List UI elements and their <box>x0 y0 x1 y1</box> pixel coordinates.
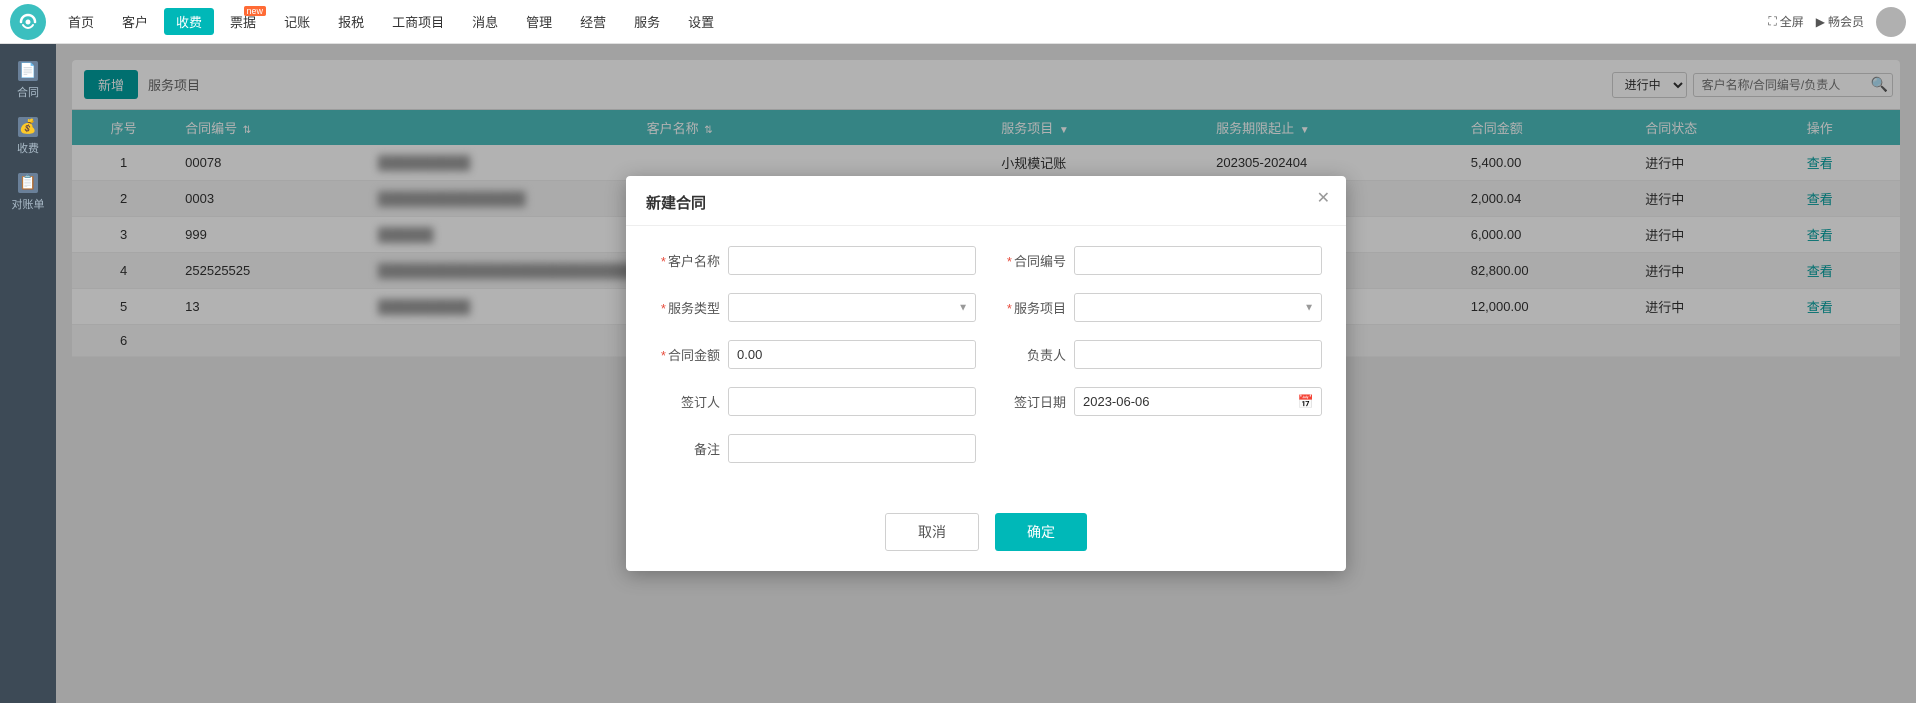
form-group-signer: 签订人 <box>650 387 976 416</box>
service-item-label: *服务项目 <box>996 298 1066 317</box>
content-area: 新增 服务项目 进行中 已结束 全部 🔍 序号 合同编号 <box>56 44 1916 703</box>
form-group-empty <box>996 434 1322 463</box>
nav-services[interactable]: 服务 <box>622 8 672 35</box>
service-item-select-wrap <box>1074 293 1322 322</box>
sidebar: 📄 合同 💰 收费 📋 对账单 <box>0 44 56 703</box>
avatar[interactable] <box>1876 7 1906 37</box>
sign-date-label: 签订日期 <box>996 392 1066 411</box>
calendar-icon[interactable]: 📅 <box>1298 394 1314 410</box>
member-button[interactable]: ▶ 畅会员 <box>1816 13 1864 30</box>
modal-close-button[interactable]: ✕ <box>1317 188 1330 208</box>
app-logo <box>10 4 46 40</box>
form-group-person: 负责人 <box>996 340 1322 369</box>
contract-no-label: *合同编号 <box>996 251 1066 270</box>
nav-billing[interactable]: 收费 <box>164 8 214 35</box>
nav-manage[interactable]: 管理 <box>514 8 564 35</box>
form-row-4: 签订人 签订日期 📅 <box>650 387 1322 416</box>
modal-footer: 取消 确定 <box>626 501 1346 571</box>
main-layout: 📄 合同 💰 收费 📋 对账单 新增 服务项目 进行中 已结束 全部 <box>0 44 1916 703</box>
service-type-select[interactable] <box>728 293 976 322</box>
customer-name-input[interactable] <box>728 246 976 275</box>
remark-label: 备注 <box>650 439 720 458</box>
nav-operations[interactable]: 经营 <box>568 8 618 35</box>
nav-bookkeeping[interactable]: 记账 <box>272 8 322 35</box>
sidebar-item-statement[interactable]: 📋 对账单 <box>2 166 54 218</box>
signer-input[interactable] <box>728 387 976 416</box>
form-group-contract-no: *合同编号 <box>996 246 1322 275</box>
form-group-remark: 备注 <box>650 434 976 463</box>
play-icon: ▶ <box>1816 15 1825 29</box>
service-type-label: *服务类型 <box>650 298 720 317</box>
signer-label: 签订人 <box>650 392 720 411</box>
fullscreen-icon: ⛶ <box>1768 14 1776 29</box>
nav-customer[interactable]: 客户 <box>110 8 160 35</box>
form-group-customer: *客户名称 <box>650 246 976 275</box>
form-group-amount: *合同金额 <box>650 340 976 369</box>
nav-right-area: ⛶ 全屏 ▶ 畅会员 <box>1768 7 1906 37</box>
new-contract-modal: 新建合同 ✕ *客户名称 <box>626 176 1346 571</box>
nav-invoice[interactable]: 票据 new <box>218 8 268 35</box>
nav-tax[interactable]: 报税 <box>326 8 376 35</box>
modal-title: 新建合同 <box>646 195 706 212</box>
form-row-5: 备注 <box>650 434 1322 463</box>
modal-body: *客户名称 *合同编号 <box>626 226 1346 501</box>
form-row-3: *合同金额 负责人 <box>650 340 1322 369</box>
form-group-service-type: *服务类型 <box>650 293 976 322</box>
modal-header: 新建合同 ✕ <box>626 176 1346 226</box>
nav-menu: 首页 客户 收费 票据 new 记账 报税 工商项目 消息 管理 经营 服务 设… <box>56 8 1768 35</box>
form-group-sign-date: 签订日期 📅 <box>996 387 1322 416</box>
form-group-service-item: *服务项目 <box>996 293 1322 322</box>
sidebar-label-contract: 合同 <box>17 84 39 100</box>
nav-settings[interactable]: 设置 <box>676 8 726 35</box>
contract-icon: 📄 <box>18 61 38 81</box>
top-navigation: 首页 客户 收费 票据 new 记账 报税 工商项目 消息 管理 经营 服务 设… <box>0 0 1916 44</box>
cancel-button[interactable]: 取消 <box>885 513 979 551</box>
customer-label: *客户名称 <box>650 251 720 270</box>
amount-label: *合同金额 <box>650 345 720 364</box>
contract-no-input[interactable] <box>1074 246 1322 275</box>
sidebar-item-contract[interactable]: 📄 合同 <box>2 54 54 106</box>
sidebar-label-statement: 对账单 <box>12 196 45 212</box>
sign-date-wrap: 📅 <box>1074 387 1322 416</box>
statement-icon: 📋 <box>18 173 38 193</box>
person-label: 负责人 <box>996 345 1066 364</box>
service-type-select-wrap <box>728 293 976 322</box>
service-item-select[interactable] <box>1074 293 1322 322</box>
fullscreen-button[interactable]: ⛶ 全屏 <box>1768 13 1803 30</box>
billing-icon: 💰 <box>18 117 38 137</box>
nav-messages[interactable]: 消息 <box>460 8 510 35</box>
nav-business[interactable]: 工商项目 <box>380 8 456 35</box>
modal-overlay: 新建合同 ✕ *客户名称 <box>56 44 1916 703</box>
form-row-1: *客户名称 *合同编号 <box>650 246 1322 275</box>
nav-home[interactable]: 首页 <box>56 8 106 35</box>
remark-input[interactable] <box>728 434 976 463</box>
form-row-2: *服务类型 *服务项目 <box>650 293 1322 322</box>
new-badge: new <box>244 6 267 16</box>
confirm-button[interactable]: 确定 <box>995 513 1087 551</box>
sidebar-label-billing: 收费 <box>17 140 39 156</box>
amount-input[interactable] <box>728 340 976 369</box>
sign-date-input[interactable] <box>1074 387 1322 416</box>
person-input[interactable] <box>1074 340 1322 369</box>
sidebar-item-billing[interactable]: 💰 收费 <box>2 110 54 162</box>
